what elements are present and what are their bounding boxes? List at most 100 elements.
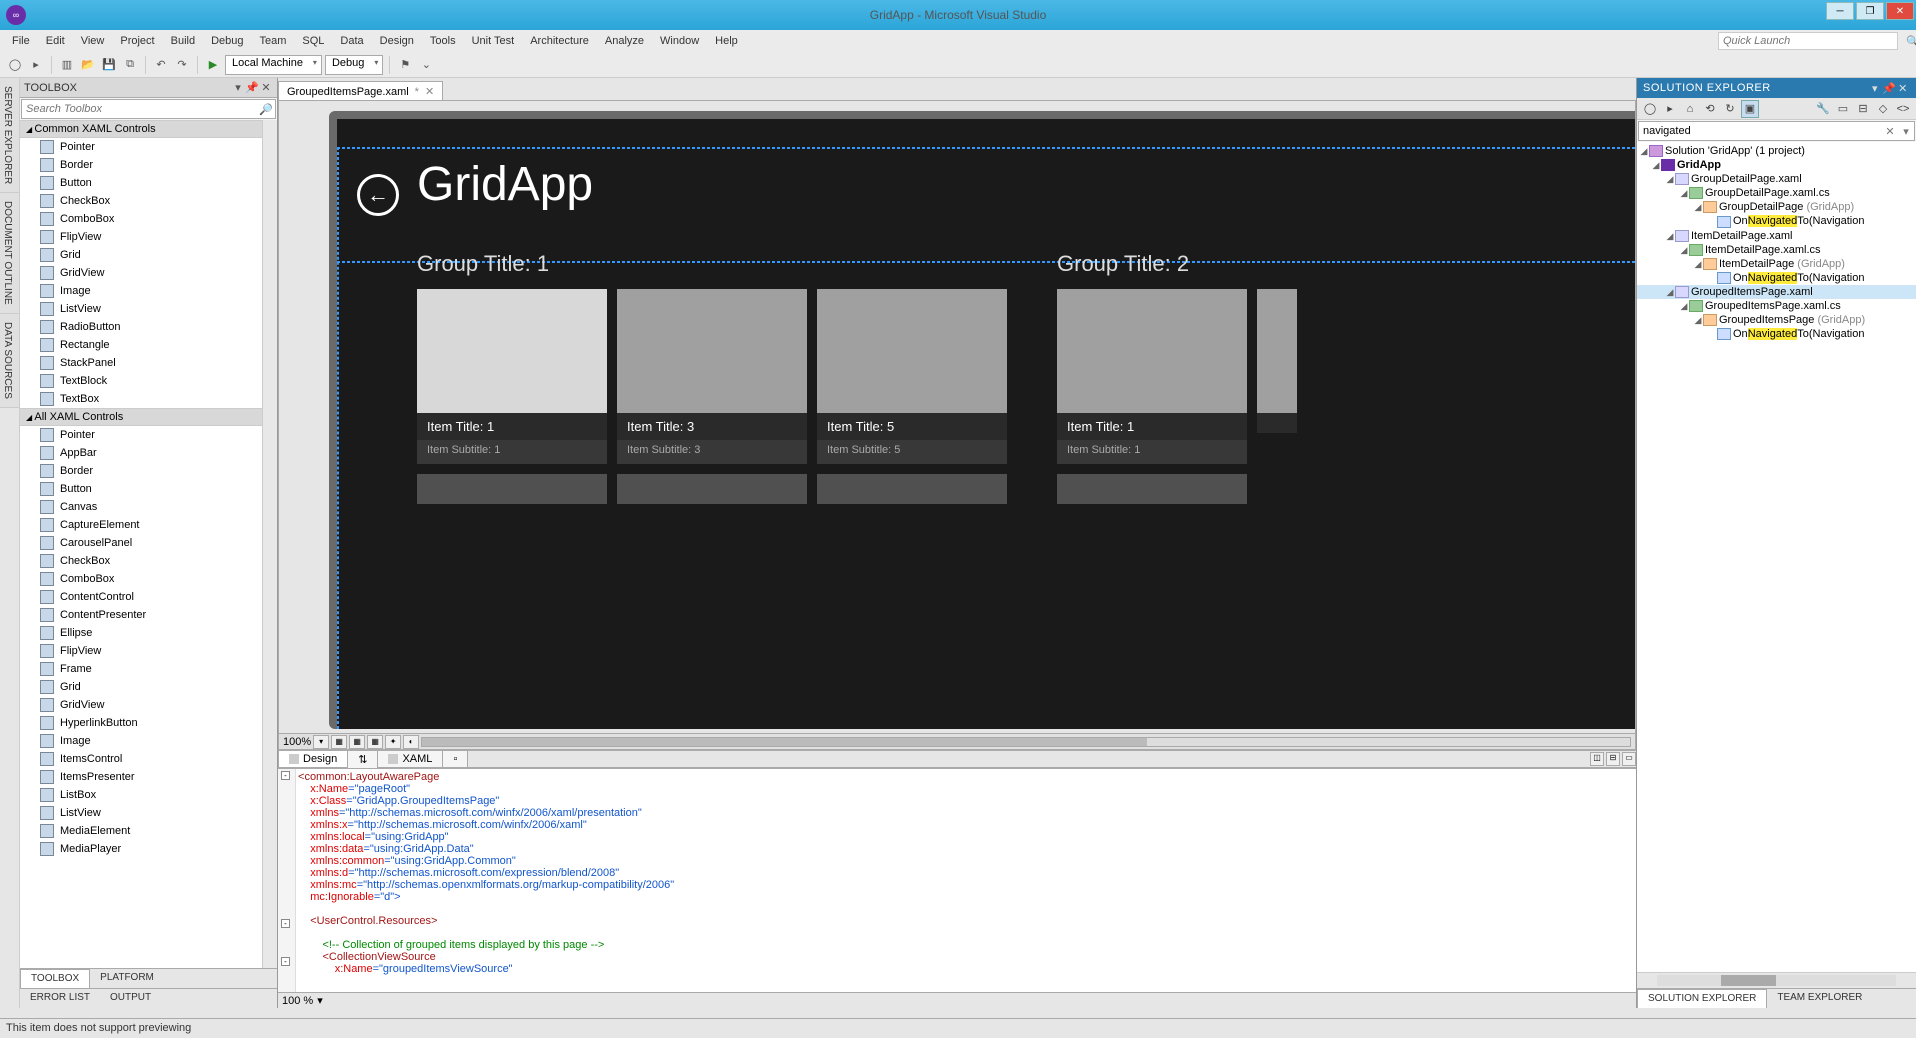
toolbox-tab[interactable]: TOOLBOX <box>20 969 90 988</box>
grid-icon[interactable]: ▦ <box>331 735 347 749</box>
toolbox-item[interactable]: CarouselPanel <box>20 534 277 552</box>
toolbox-item[interactable]: ListView <box>20 804 277 822</box>
se-fwd-icon[interactable]: ▸ <box>1661 100 1679 118</box>
doc-tab-close-icon[interactable]: ✕ <box>425 85 434 98</box>
toolbox-item[interactable]: AppBar <box>20 444 277 462</box>
se-refresh-icon[interactable]: ↻ <box>1721 100 1739 118</box>
xaml-code-editor[interactable]: - - - <common:LayoutAwarePage x:Name="pa… <box>278 768 1636 992</box>
effects-icon[interactable]: ◐ <box>403 735 419 749</box>
toolbox-item[interactable]: MediaElement <box>20 822 277 840</box>
menu-sql[interactable]: SQL <box>294 32 332 50</box>
swap-tab[interactable]: ⇅ <box>347 750 378 769</box>
designer-hscrollbar[interactable] <box>421 737 1631 747</box>
menu-project[interactable]: Project <box>112 32 162 50</box>
toolbox-item[interactable]: ComboBox <box>20 210 277 228</box>
se-search-input[interactable] <box>1639 123 1882 139</box>
se-collapse-icon[interactable]: ⊟ <box>1854 100 1872 118</box>
popup-tab[interactable]: ▫ <box>442 750 468 768</box>
doc-tab-groupeditems[interactable]: GroupedItemsPage.xaml * ✕ <box>278 81 443 101</box>
toolbox-item[interactable]: Image <box>20 732 277 750</box>
split-horz-icon[interactable]: ⊟ <box>1606 752 1620 766</box>
grid3-icon[interactable]: ▦ <box>367 735 383 749</box>
se-close-icon[interactable]: ✕ <box>1896 82 1910 95</box>
outline-toggle-icon[interactable]: - <box>281 957 290 966</box>
toolbox-item[interactable]: CheckBox <box>20 192 277 210</box>
se-search[interactable]: ✕ ▾ <box>1638 121 1915 141</box>
toolbox-close-icon[interactable]: ✕ <box>259 81 273 94</box>
xaml-designer[interactable]: ⇕ ⇕ ← GridApp Group Title: 1 Group Title… <box>278 100 1636 750</box>
toolbox-item[interactable]: Button <box>20 174 277 192</box>
menu-file[interactable]: File <box>4 32 38 50</box>
menu-view[interactable]: View <box>73 32 113 50</box>
server-explorer-tab[interactable]: SERVER EXPLORER <box>0 78 19 193</box>
quick-launch-search-icon[interactable]: 🔍 <box>1898 32 1916 51</box>
toolbox-item[interactable]: Grid <box>20 678 277 696</box>
close-button[interactable]: ✕ <box>1886 2 1914 20</box>
se-back-icon[interactable]: ◯ <box>1641 100 1659 118</box>
toolbox-item[interactable]: Button <box>20 480 277 498</box>
code-zoom-dropdown-icon[interactable]: ▾ <box>317 994 323 1007</box>
toolbox-item[interactable]: Border <box>20 156 277 174</box>
restore-button[interactable]: ❐ <box>1856 2 1884 20</box>
menu-debug[interactable]: Debug <box>203 32 251 50</box>
toolbox-item[interactable]: Ellipse <box>20 624 277 642</box>
toolbox-group-all[interactable]: All XAML Controls <box>20 408 277 426</box>
minimize-button[interactable]: ─ <box>1826 2 1854 20</box>
zoom-dropdown-icon[interactable]: ▾ <box>313 735 329 749</box>
se-home-icon[interactable]: ⌂ <box>1681 100 1699 118</box>
toolbox-item[interactable]: ContentControl <box>20 588 277 606</box>
toolbox-search-input[interactable] <box>22 101 257 117</box>
toolbox-search[interactable]: 🔎 <box>21 99 276 119</box>
se-view-icon[interactable]: ◇ <box>1874 100 1892 118</box>
menu-data[interactable]: Data <box>332 32 371 50</box>
menu-analyze[interactable]: Analyze <box>597 32 652 50</box>
menu-team[interactable]: Team <box>252 32 295 50</box>
toolbox-item[interactable]: ComboBox <box>20 570 277 588</box>
toolbox-item[interactable]: GridView <box>20 696 277 714</box>
toolbox-item[interactable]: Pointer <box>20 138 277 156</box>
toolbox-item[interactable]: RadioButton <box>20 318 277 336</box>
se-hscrollbar[interactable] <box>1637 972 1916 988</box>
toolbox-item[interactable]: CaptureElement <box>20 516 277 534</box>
toolbox-item[interactable]: GridView <box>20 264 277 282</box>
solution-explorer-tab[interactable]: SOLUTION EXPLORER <box>1637 989 1767 1008</box>
toolbox-group-common[interactable]: Common XAML Controls <box>20 120 277 138</box>
menu-help[interactable]: Help <box>707 32 746 50</box>
toolbox-item[interactable]: HyperlinkButton <box>20 714 277 732</box>
collapse-icon[interactable]: ▭ <box>1622 752 1636 766</box>
toolbox-item[interactable]: TextBox <box>20 390 277 408</box>
toolbox-item[interactable]: ContentPresenter <box>20 606 277 624</box>
se-dropdown-icon[interactable]: ▾ <box>1868 82 1882 95</box>
toolbox-item[interactable]: Canvas <box>20 498 277 516</box>
menu-window[interactable]: Window <box>652 32 707 50</box>
quick-launch-input[interactable] <box>1718 32 1898 50</box>
se-showall-icon[interactable]: ▣ <box>1741 100 1759 118</box>
toolbox-item[interactable]: StackPanel <box>20 354 277 372</box>
xaml-tab[interactable]: XAML <box>377 750 443 768</box>
error-list-tab[interactable]: ERROR LIST <box>20 989 100 1008</box>
search-icon[interactable]: 🔎 <box>257 103 275 116</box>
menu-architecture[interactable]: Architecture <box>522 32 597 50</box>
toolbox-item[interactable]: ItemsControl <box>20 750 277 768</box>
menu-design[interactable]: Design <box>372 32 422 50</box>
menu-edit[interactable]: Edit <box>38 32 73 50</box>
solution-tree[interactable]: ◢Solution 'GridApp' (1 project) ◢GridApp… <box>1637 142 1916 972</box>
menu-build[interactable]: Build <box>163 32 203 50</box>
redo-icon[interactable]: ↷ <box>173 56 191 74</box>
flag-icon[interactable]: ⚑ <box>396 56 414 74</box>
se-properties-icon[interactable]: 🔧 <box>1814 100 1832 118</box>
toolbox-item[interactable]: Pointer <box>20 426 277 444</box>
se-pin-icon[interactable]: 📌 <box>1882 82 1896 95</box>
toolbox-item[interactable]: Image <box>20 282 277 300</box>
toolbox-item[interactable]: Grid <box>20 246 277 264</box>
nav-back-icon[interactable]: ◯ <box>6 56 24 74</box>
se-code-icon[interactable]: <> <box>1894 100 1912 118</box>
toolbox-pin-icon[interactable]: 📌 <box>245 81 259 94</box>
output-tab[interactable]: OUTPUT <box>100 989 161 1008</box>
start-debug-icon[interactable]: ▶ <box>204 56 222 74</box>
toolbox-item[interactable]: ListView <box>20 300 277 318</box>
debug-target-dropdown[interactable]: Local Machine <box>225 55 322 75</box>
se-search-dropdown-icon[interactable]: ▾ <box>1898 125 1914 138</box>
toolbox-item[interactable]: ListBox <box>20 786 277 804</box>
debug-config-dropdown[interactable]: Debug <box>325 55 383 75</box>
